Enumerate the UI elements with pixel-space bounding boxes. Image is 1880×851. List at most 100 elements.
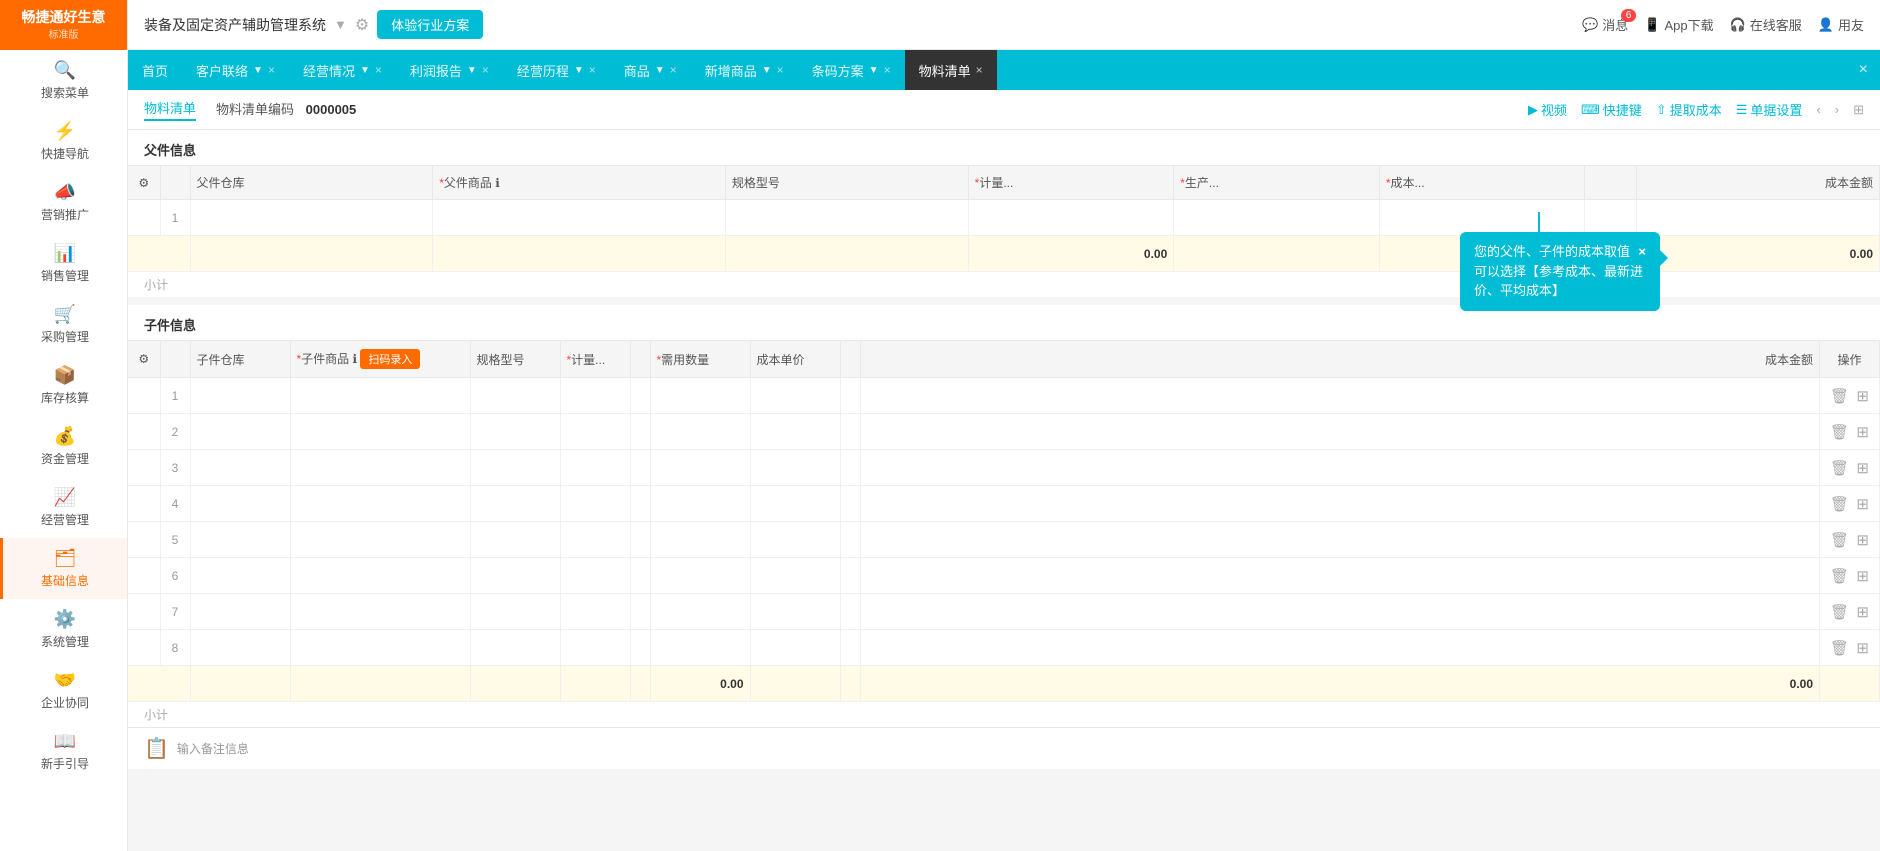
child-row-8: 8 🗑 ⊞: [128, 630, 1880, 666]
action-shortcut[interactable]: ⌨ 快捷键: [1581, 100, 1642, 119]
view-icon: ▶: [1528, 102, 1538, 118]
tab-profit-close[interactable]: ×: [482, 63, 489, 77]
sidebar-item-basic[interactable]: 🗂 基础信息: [0, 538, 127, 599]
single-settings-label: 单据设置: [1750, 100, 1802, 119]
inventory-icon: 📦: [54, 365, 76, 386]
delete-row4-icon[interactable]: 🗑: [1830, 496, 1849, 513]
sidebar-item-quick[interactable]: ⚡ 快捷导航: [0, 111, 127, 172]
tab-customer[interactable]: 客户联络 ▼ ×: [182, 50, 289, 90]
grid-view-icon[interactable]: ⊞: [1853, 102, 1864, 118]
tab-operations-status[interactable]: 经营情况 ▼ ×: [289, 50, 396, 90]
sidebar-item-marketing[interactable]: 📣 营销推广: [0, 172, 127, 233]
sub-tab-edit-label[interactable]: 物料清单编码: [216, 102, 294, 117]
sidebar-item-finance[interactable]: 💰 资金管理: [0, 416, 127, 477]
tab-barcode-arrow: ▼: [869, 65, 879, 76]
tab-history-close[interactable]: ×: [589, 63, 596, 77]
parent-subtotal-c2: [433, 236, 726, 272]
delete-row3-icon[interactable]: 🗑: [1830, 460, 1849, 477]
tooltip-close-button[interactable]: ×: [1638, 242, 1646, 262]
app-download-item[interactable]: 📱 App下载: [1644, 15, 1713, 34]
app-download-icon: 📱: [1644, 17, 1660, 33]
child-subtotal-ops: [1820, 666, 1880, 702]
logo-sub: 标准版: [49, 26, 79, 41]
user-item[interactable]: 👤 用友: [1818, 15, 1864, 34]
copy-row8-icon[interactable]: ⊞: [1856, 640, 1869, 657]
settings-icon[interactable]: ⚙: [355, 15, 369, 35]
copy-row4-icon[interactable]: ⊞: [1856, 496, 1869, 513]
copy-row6-icon[interactable]: ⊞: [1856, 568, 1869, 585]
child-subtotal-row: 0.00 0.00: [128, 666, 1880, 702]
action-view[interactable]: ▶ 视频: [1528, 100, 1567, 119]
child-subtotal-label-cell: [128, 666, 190, 702]
parent-row1-goods[interactable]: [433, 200, 726, 236]
sidebar-item-guide[interactable]: 📖 新手引导: [0, 721, 127, 782]
action-single-settings[interactable]: ☰ 单据设置: [1736, 100, 1803, 119]
delete-row5-icon[interactable]: 🗑: [1830, 532, 1849, 549]
copy-row5-icon[interactable]: ⊞: [1856, 532, 1869, 549]
delete-row6-icon[interactable]: 🗑: [1830, 568, 1849, 585]
child-col-spec: 规格型号: [470, 341, 560, 378]
tab-goods[interactable]: 商品 ▼ ×: [610, 50, 691, 90]
parent-subtotal-label: [128, 236, 190, 272]
parent-col-num: [160, 166, 190, 200]
shortcut-label: 快捷键: [1603, 100, 1642, 119]
notes-hint[interactable]: 输入备注信息: [177, 740, 249, 757]
copy-row3-icon[interactable]: ⊞: [1856, 460, 1869, 477]
sidebar-item-system[interactable]: ⚙️ 系统管理: [0, 599, 127, 660]
parent-row1-unit[interactable]: [968, 200, 1174, 236]
operations-icon: 📈: [54, 487, 76, 508]
tab-new-goods-close[interactable]: ×: [777, 63, 784, 77]
parent-row1-spec[interactable]: [725, 200, 968, 236]
message-item[interactable]: 💬 消息 6: [1582, 15, 1628, 34]
extract-icon: ⇧: [1656, 102, 1667, 118]
nav-prev-icon[interactable]: ‹: [1816, 102, 1820, 117]
tab-history[interactable]: 经营历程 ▼ ×: [503, 50, 610, 90]
sidebar-item-search[interactable]: 🔍 搜索菜单: [0, 50, 127, 111]
sub-tab-list[interactable]: 物料清单: [144, 98, 196, 121]
child-col-unit-cost: 成本单价: [750, 341, 840, 378]
parent-col-goods: *父件商品 ℹ: [433, 166, 726, 200]
tab-ops-close[interactable]: ×: [375, 63, 382, 77]
tab-profit[interactable]: 利润报告 ▼ ×: [396, 50, 503, 90]
tab-home[interactable]: 首页: [128, 50, 182, 90]
delete-row8-icon[interactable]: 🗑: [1830, 640, 1849, 657]
tab-customer-close[interactable]: ×: [268, 63, 275, 77]
tab-new-goods[interactable]: 新增商品 ▼ ×: [691, 50, 798, 90]
parent-row1-warehouse[interactable]: [190, 200, 433, 236]
tab-goods-arrow: ▼: [655, 65, 665, 76]
copy-row7-icon[interactable]: ⊞: [1856, 604, 1869, 621]
sidebar-item-corp[interactable]: 🤝 企业协同: [0, 660, 127, 721]
parent-row1-cost[interactable]: [1379, 200, 1585, 236]
tab-goods-close[interactable]: ×: [670, 63, 677, 77]
tab-bom[interactable]: 物料清单 ×: [905, 50, 997, 90]
tab-profit-arrow: ▼: [467, 65, 477, 76]
tab-barcode-close[interactable]: ×: [884, 63, 891, 77]
sidebar-item-operations[interactable]: 📈 经营管理: [0, 477, 127, 538]
parent-col-sort: [1585, 166, 1637, 200]
close-all-tabs[interactable]: ×: [1847, 61, 1880, 79]
copy-row2-icon[interactable]: ⊞: [1856, 424, 1869, 441]
delete-row1-icon[interactable]: 🗑: [1830, 388, 1849, 405]
sidebar-item-purchase[interactable]: 🛒 采购管理: [0, 294, 127, 355]
copy-row1-icon[interactable]: ⊞: [1856, 388, 1869, 405]
trial-button[interactable]: 体验行业方案: [377, 10, 483, 39]
delete-row7-icon[interactable]: 🗑: [1830, 604, 1849, 621]
parent-subtotal-amount: 0.00: [1637, 236, 1880, 272]
sidebar-item-inventory[interactable]: 📦 库存核算: [0, 355, 127, 416]
nav-next-icon[interactable]: ›: [1835, 102, 1839, 117]
tab-barcode[interactable]: 条码方案 ▼ ×: [798, 50, 905, 90]
dropdown-arrow-icon[interactable]: ▼: [334, 17, 347, 32]
action-extract-cost[interactable]: ⇧ 提取成本: [1656, 100, 1722, 119]
online-service-item[interactable]: 🎧 在线客服: [1730, 15, 1802, 34]
sidebar-item-sales[interactable]: 📊 销售管理: [0, 233, 127, 294]
parent-col-produce: *生产...: [1174, 166, 1380, 200]
message-badge: 6: [1621, 9, 1637, 22]
single-settings-icon: ☰: [1736, 102, 1748, 118]
delete-row2-icon[interactable]: 🗑: [1830, 424, 1849, 441]
tab-bom-close[interactable]: ×: [976, 63, 983, 77]
parent-row1-produce[interactable]: [1174, 200, 1380, 236]
child-col-num: [160, 341, 190, 378]
scan-input-button[interactable]: 扫码录入: [360, 349, 420, 369]
sales-icon: 📊: [54, 243, 76, 264]
app-download-label: App下载: [1664, 15, 1713, 34]
